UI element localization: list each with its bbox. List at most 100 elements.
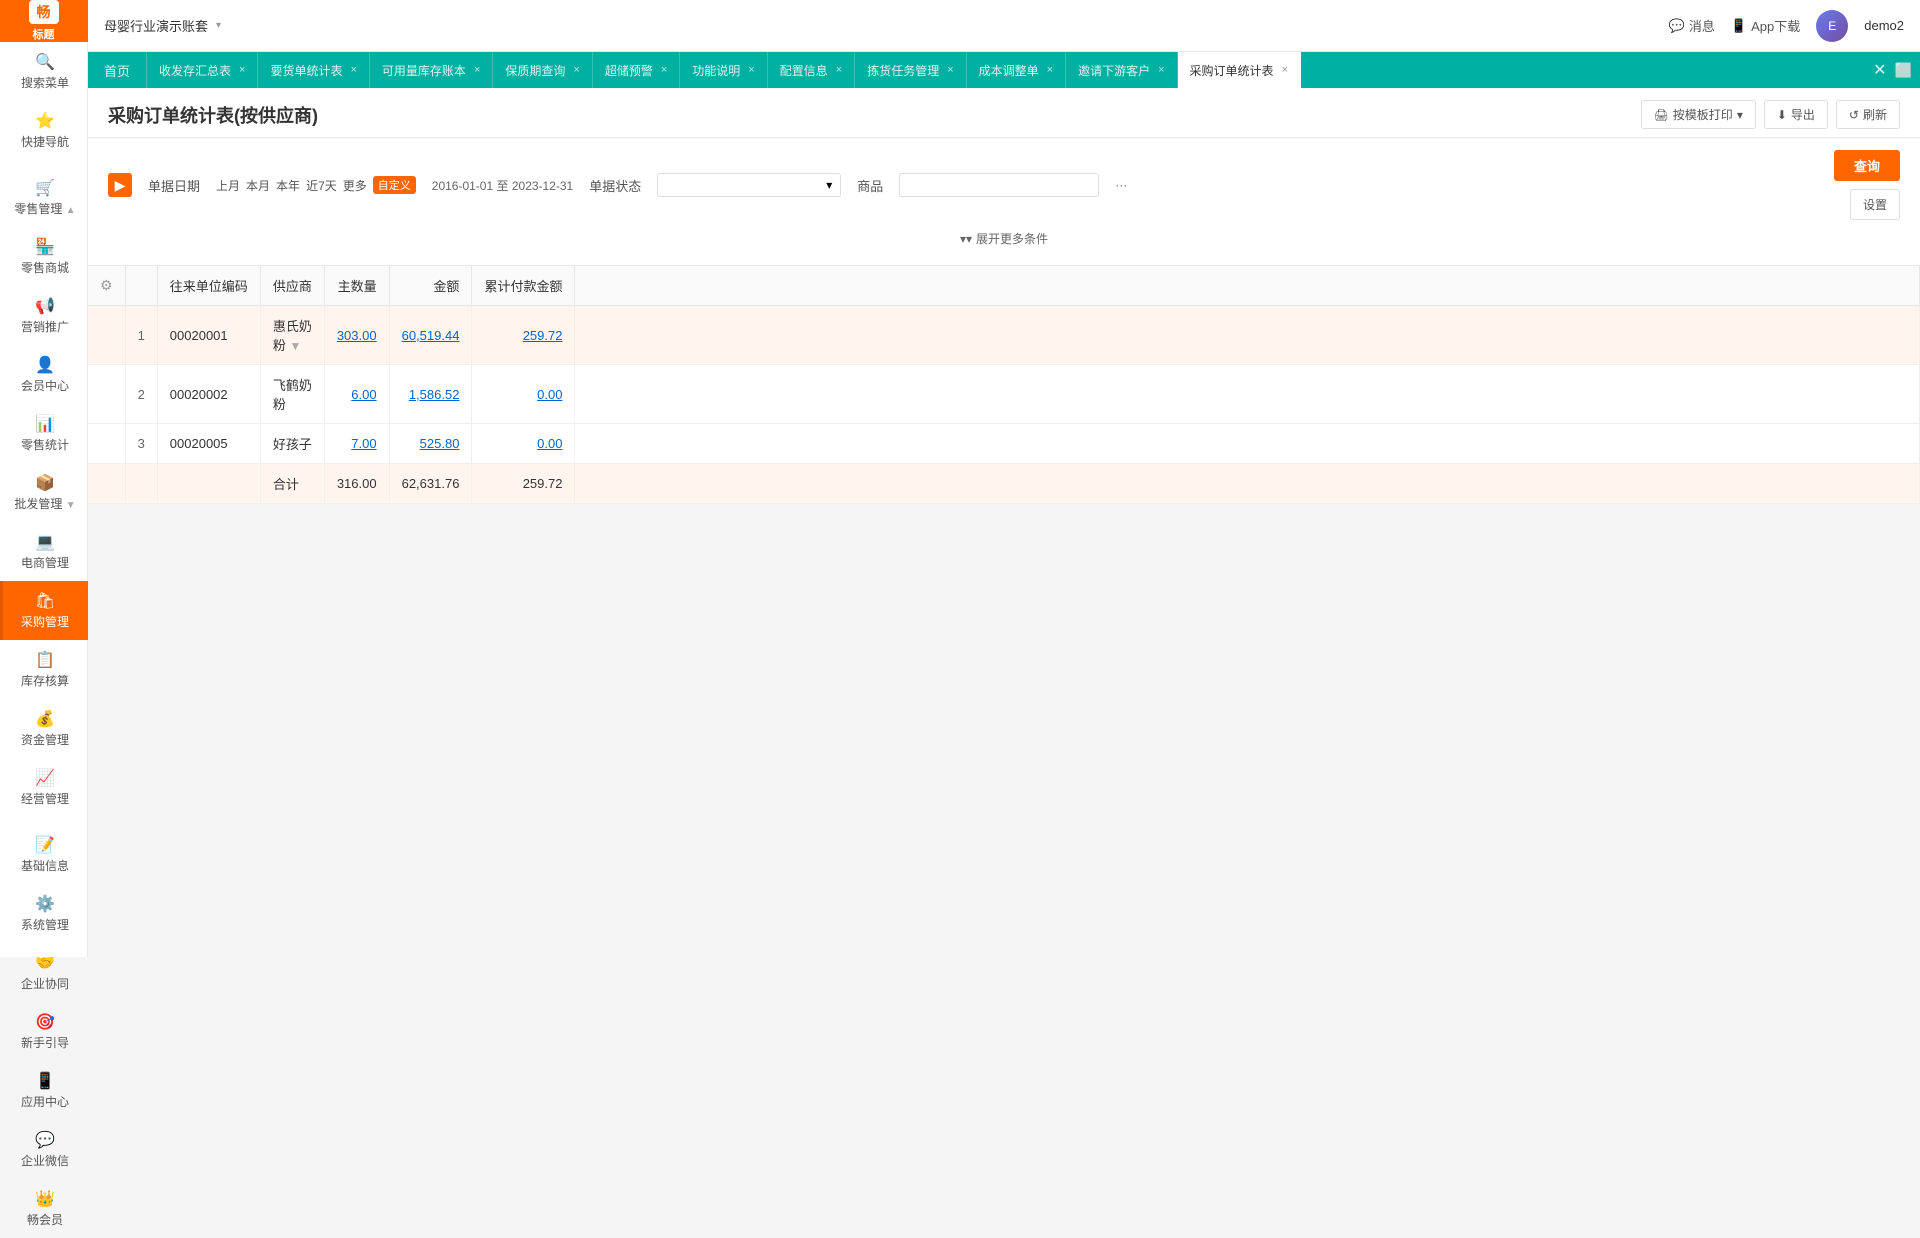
tab-picking-task-label: 拣货任务管理 <box>867 62 939 79</box>
username-label[interactable]: demo2 <box>1864 18 1904 33</box>
sidebar-item-member[interactable]: 👤 会员中心 <box>0 345 88 404</box>
row-extra <box>575 306 1920 365</box>
tab-maximize-button[interactable]: ⬜ <box>1895 62 1912 79</box>
date-shortcut-more[interactable]: 更多 <box>343 177 367 194</box>
table-header-row: ⚙ 往来单位编码 供应商 主数量 金额 累计付款金额 <box>88 266 1920 306</box>
tab-config-info[interactable]: 配置信息 × <box>768 52 855 88</box>
goods-more-button[interactable]: ··· <box>1115 178 1127 192</box>
sidebar-item-quick-nav[interactable]: ⭐ 快捷导航 <box>0 101 88 160</box>
sidebar-item-basic[interactable]: 📝 基础信息 <box>0 825 88 884</box>
tab-purchase-stats-close[interactable]: × <box>1282 64 1288 76</box>
row-main-qty[interactable]: 303.00 <box>324 306 389 365</box>
row-amount[interactable]: 525.80 <box>389 424 472 464</box>
tab-overstock-warning[interactable]: 超储预警 × <box>593 52 680 88</box>
logo-icon: 畅 <box>29 0 59 24</box>
tab-function-desc[interactable]: 功能说明 × <box>680 52 767 88</box>
filter-expand-button[interactable]: ▶ <box>108 173 132 197</box>
tab-purchase-stats[interactable]: 采购订单统计表 × <box>1178 52 1301 88</box>
sidebar-item-enterprise[interactable]: 🤝 企业协同 <box>0 943 88 1002</box>
row-main-qty[interactable]: 7.00 <box>324 424 389 464</box>
tab-cost-adjust-close[interactable]: × <box>1047 64 1053 76</box>
app-download-button[interactable]: 📱 App下载 <box>1731 16 1800 35</box>
tab-requisition-stats[interactable]: 要货单统计表 × <box>258 52 369 88</box>
sidebar-item-purchase[interactable]: 🛍 采购管理 <box>0 581 88 640</box>
sidebar-item-inventory[interactable]: 📋 库存核算 <box>0 640 88 699</box>
tab-receive-summary[interactable]: 收发存汇总表 × <box>147 52 258 88</box>
row-code: 00020001 <box>157 306 260 365</box>
tab-requisition-stats-close[interactable]: × <box>350 64 356 76</box>
tab-available-inventory[interactable]: 可用量库存账本 × <box>370 52 493 88</box>
print-icon: 🖨 <box>1654 108 1669 122</box>
footer-paid-amount: 259.72 <box>472 464 575 504</box>
date-custom-tag[interactable]: 自定义 <box>373 176 416 194</box>
tab-invite-downstream[interactable]: 邀请下游客户 × <box>1066 52 1177 88</box>
sidebar-item-app-center[interactable]: 📱 应用中心 <box>0 1061 88 1120</box>
refresh-icon: ↺ <box>1849 108 1859 122</box>
tab-home[interactable]: 首页 <box>88 52 147 88</box>
workspace-arrow[interactable]: ▾ <box>216 20 221 31</box>
export-button[interactable]: ⬇ 导出 <box>1764 100 1828 129</box>
sidebar-item-ecommerce[interactable]: 💻 电商管理 <box>0 522 88 581</box>
tab-config-info-close[interactable]: × <box>836 64 842 76</box>
print-button[interactable]: 🖨 按模板打印 ▾ <box>1641 100 1756 129</box>
date-shortcut-last-month[interactable]: 上月 <box>216 177 240 194</box>
row-paid-amount[interactable]: 259.72 <box>472 306 575 365</box>
sidebar-item-wholesale[interactable]: 📦 批发管理 ▼ <box>0 463 88 522</box>
refresh-button[interactable]: ↺ 刷新 <box>1836 100 1900 129</box>
tab-overstock-warning-close[interactable]: × <box>661 64 667 76</box>
message-button[interactable]: 💬 消息 <box>1669 16 1715 35</box>
sidebar-item-retail-stats[interactable]: 📊 零售统计 <box>0 404 88 463</box>
status-select-arrow: ▾ <box>826 178 832 192</box>
sidebar-item-system[interactable]: ⚙️ 系统管理 <box>0 884 88 943</box>
row-extra <box>575 424 1920 464</box>
avatar[interactable]: E <box>1816 10 1848 42</box>
table-row: 1 00020001 惠氏奶粉 ▼ 303.00 60,519.44 259.7… <box>88 306 1920 365</box>
tab-requisition-stats-label: 要货单统计表 <box>270 62 342 79</box>
tab-function-desc-close[interactable]: × <box>748 64 754 76</box>
sidebar-item-newbie[interactable]: 🎯 新手引导 <box>0 1002 88 1061</box>
goods-search-input[interactable] <box>899 173 1099 197</box>
date-shortcut-7days[interactable]: 近7天 <box>306 177 337 194</box>
row-paid-amount[interactable]: 0.00 <box>472 424 575 464</box>
tab-home-label: 首页 <box>104 61 130 80</box>
row-paid-amount[interactable]: 0.00 <box>472 365 575 424</box>
sidebar-item-wechat[interactable]: 💬 企业微信 <box>0 1120 88 1179</box>
query-button[interactable]: 查询 <box>1834 150 1900 181</box>
tab-available-inventory-close[interactable]: × <box>474 64 480 76</box>
tab-invite-downstream-close[interactable]: × <box>1158 64 1164 76</box>
tab-receive-summary-close[interactable]: × <box>239 64 245 76</box>
workspace-name[interactable]: 母婴行业演示账套 <box>104 16 208 35</box>
sidebar-item-operation[interactable]: 📈 经营管理 <box>0 758 88 817</box>
tab-cost-adjust[interactable]: 成本调整单 × <box>967 52 1066 88</box>
tab-expiry-query[interactable]: 保质期查询 × <box>493 52 592 88</box>
setting-button[interactable]: 设置 <box>1850 189 1900 220</box>
sidebar-item-retail-mall[interactable]: 🏪 零售商城 <box>0 227 88 286</box>
status-select[interactable]: ▾ <box>657 173 841 197</box>
tab-close-all-button[interactable]: ✕ <box>1873 60 1886 80</box>
sidebar-item-finance[interactable]: 💰 资金管理 <box>0 699 88 758</box>
sidebar-item-marketing[interactable]: 📢 营销推广 <box>0 286 88 345</box>
sidebar-item-search[interactable]: 🔍 搜索菜单 <box>0 42 88 101</box>
row-code: 00020002 <box>157 365 260 424</box>
row-supplier: 飞鹤奶粉 <box>260 365 324 424</box>
row-main-qty[interactable]: 6.00 <box>324 365 389 424</box>
tab-expiry-query-close[interactable]: × <box>573 64 579 76</box>
table-settings-icon[interactable]: ⚙ <box>100 277 113 293</box>
tab-picking-task-close[interactable]: × <box>947 64 953 76</box>
tab-expiry-query-label: 保质期查询 <box>505 62 565 79</box>
row-amount[interactable]: 1,586.52 <box>389 365 472 424</box>
date-shortcut-this-month[interactable]: 本月 <box>246 177 270 194</box>
sidebar-item-vip[interactable]: 👑 畅会员 <box>0 1179 88 1238</box>
tab-picking-task[interactable]: 拣货任务管理 × <box>855 52 966 88</box>
row-amount[interactable]: 60,519.44 <box>389 306 472 365</box>
th-num <box>125 266 157 306</box>
newbie-icon: 🎯 <box>7 1012 84 1032</box>
wholesale-icon: 📦 <box>7 473 84 493</box>
sidebar-item-label: 会员中心 <box>21 379 69 393</box>
date-shortcut-this-year[interactable]: 本年 <box>276 177 300 194</box>
expand-more-conditions[interactable]: ▾▾ 展开更多条件 <box>108 224 1900 253</box>
footer-label: 合计 <box>260 464 324 504</box>
message-icon: 💬 <box>1669 18 1685 34</box>
footer-main-qty: 316.00 <box>324 464 389 504</box>
sidebar-item-retail[interactable]: 🛒 零售管理 ▲ <box>0 168 88 227</box>
